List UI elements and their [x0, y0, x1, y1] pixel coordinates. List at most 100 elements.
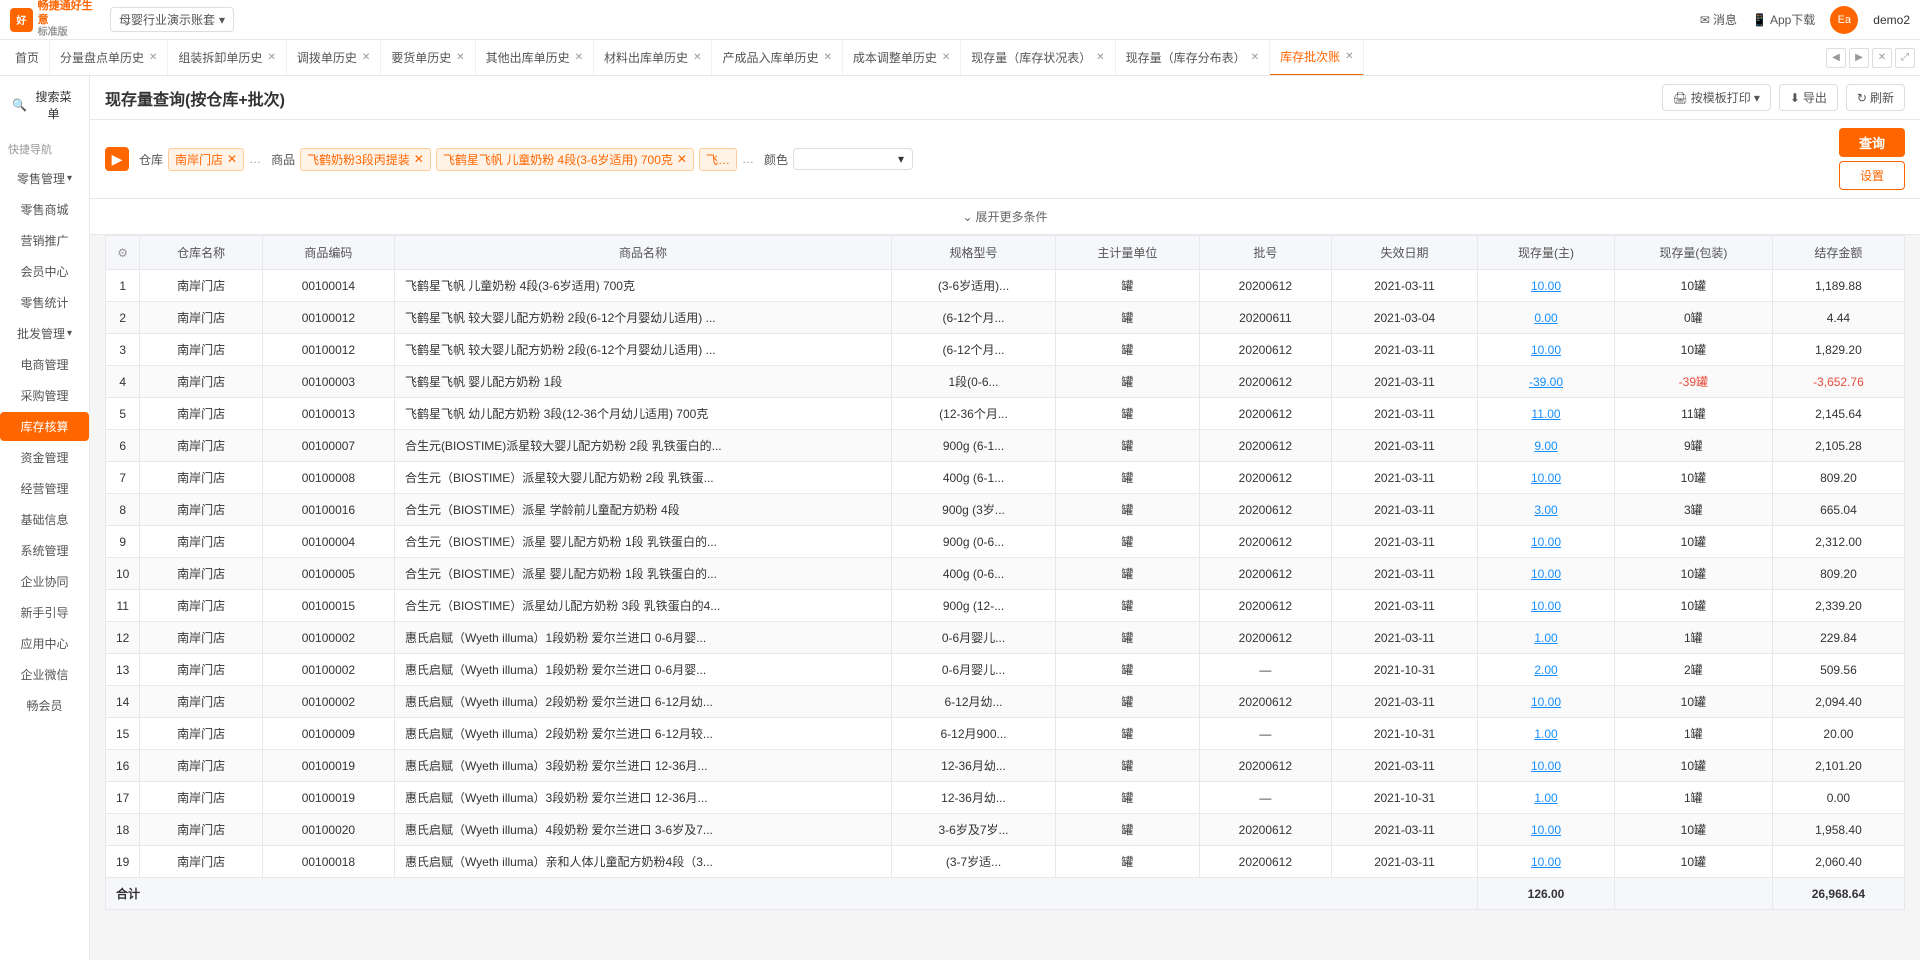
sidebar-item-enterprise[interactable]: 企业协同 [0, 567, 89, 596]
message-btn[interactable]: ✉ 消息 [1700, 11, 1737, 28]
row-qty-main[interactable]: 11.00 [1478, 398, 1615, 430]
row-qty-main[interactable]: 1.00 [1478, 782, 1615, 814]
sidebar-item-system[interactable]: 系统管理 [0, 536, 89, 565]
sidebar-item-ecommerce[interactable]: 电商管理 [0, 350, 89, 379]
product-tag-1-remove[interactable]: ✕ [414, 152, 424, 166]
row-no: 7 [106, 462, 140, 494]
sidebar-item-member2[interactable]: 畅会员 [0, 691, 89, 720]
row-qty-main[interactable]: 10.00 [1478, 462, 1615, 494]
sidebar-item-basic-info[interactable]: 基础信息 [0, 505, 89, 534]
tab-6-close[interactable]: ✕ [693, 52, 701, 63]
product-filter-more[interactable]: 飞… [699, 148, 737, 171]
row-spec: (12-36个月... [892, 398, 1056, 430]
tab-7[interactable]: 产成品入库单历史 ✕ [712, 40, 842, 76]
product-filter-tag-1[interactable]: 飞鹤奶粉3段丙提装 ✕ [300, 148, 431, 171]
row-qty-main[interactable]: 9.00 [1478, 430, 1615, 462]
table-settings-icon[interactable]: ⚙ [117, 246, 128, 260]
sidebar-item-retail-shop[interactable]: 零售商城 [0, 195, 89, 224]
tab-9-close[interactable]: ✕ [1096, 52, 1104, 63]
workspace-selector[interactable]: 母婴行业演示账套 ▾ [110, 7, 234, 32]
row-qty-main[interactable]: 10.00 [1478, 334, 1615, 366]
phone-icon: 📱 [1752, 13, 1767, 27]
warehouse-filter-tag[interactable]: 南岸门店 ✕ [168, 148, 244, 171]
row-warehouse: 南岸门店 [140, 270, 263, 302]
sidebar-item-guide[interactable]: 新手引导 [0, 598, 89, 627]
tab-10[interactable]: 现存量（库存分布表） ✕ [1116, 40, 1270, 76]
tab-8[interactable]: 成本调整单历史 ✕ [843, 40, 961, 76]
sidebar-item-finance[interactable]: 资金管理 [0, 443, 89, 472]
refresh-btn[interactable]: ↻ 刷新 [1846, 84, 1905, 111]
th-name: 商品名称 [394, 236, 891, 270]
row-qty-main[interactable]: 1.00 [1478, 622, 1615, 654]
warehouse-filter-dots[interactable]: … [249, 152, 261, 166]
row-qty-main[interactable]: 3.00 [1478, 494, 1615, 526]
sidebar-item-marketing[interactable]: 营销推广 [0, 226, 89, 255]
row-batch: 20200611 [1199, 302, 1331, 334]
row-qty-main[interactable]: 10.00 [1478, 814, 1615, 846]
settings-btn[interactable]: 设置 [1839, 161, 1905, 190]
tab-5[interactable]: 其他出库单历史 ✕ [476, 40, 594, 76]
product-filter-tag-2[interactable]: 飞鹤星飞帆 儿童奶粉 4段(3-6岁适用) 700克 ✕ [436, 148, 694, 171]
row-qty-main[interactable]: 10.00 [1478, 526, 1615, 558]
tab-2-close[interactable]: ✕ [267, 52, 275, 63]
tab-next-arrow[interactable]: ▶ [1849, 48, 1869, 68]
row-qty-main[interactable]: 1.00 [1478, 718, 1615, 750]
sidebar-item-wholesale[interactable]: 批发管理 ▾ [0, 319, 89, 348]
app-download-btn[interactable]: 📱 App下载 [1752, 11, 1815, 28]
sidebar-item-member[interactable]: 会员中心 [0, 257, 89, 286]
tab-1[interactable]: 分量盘点单历史 ✕ [50, 40, 168, 76]
row-name: 合生元（BIOSTIME）派星 学龄前儿童配方奶粉 4段 [394, 494, 891, 526]
filter-expand-btn[interactable]: ▶ [105, 147, 129, 171]
tab-9[interactable]: 现存量（库存状况表） ✕ [961, 40, 1115, 76]
sidebar-item-retail-stats[interactable]: 零售统计 [0, 288, 89, 317]
product-tag-2-remove[interactable]: ✕ [677, 152, 687, 166]
tab-home[interactable]: 首页 [5, 40, 50, 76]
user-avatar[interactable]: Ea [1830, 6, 1858, 34]
row-qty-main[interactable]: -39.00 [1478, 366, 1615, 398]
tab-6[interactable]: 材料出库单历史 ✕ [594, 40, 712, 76]
row-qty-main[interactable]: 10.00 [1478, 590, 1615, 622]
tab-maximize[interactable]: ⤢ [1895, 48, 1915, 68]
tab-3-close[interactable]: ✕ [362, 52, 370, 63]
product-filter-dots[interactable]: … [742, 152, 754, 166]
tab-2[interactable]: 组装拆卸单历史 ✕ [168, 40, 286, 76]
query-btn[interactable]: 查询 [1839, 128, 1905, 157]
row-qty-main[interactable]: 10.00 [1478, 846, 1615, 878]
row-qty-main[interactable]: 2.00 [1478, 654, 1615, 686]
search-menu-btn[interactable]: 🔍 搜索菜单 [8, 84, 81, 126]
row-qty-main[interactable]: 10.00 [1478, 686, 1615, 718]
row-no: 2 [106, 302, 140, 334]
tab-10-close[interactable]: ✕ [1251, 52, 1259, 63]
sidebar-item-retail-mgmt[interactable]: 零售管理 ▾ [0, 164, 89, 193]
tab-1-close[interactable]: ✕ [149, 52, 157, 63]
tab-close-all[interactable]: ✕ [1872, 48, 1892, 68]
expand-more-btn[interactable]: ⌄ 展开更多条件 [94, 203, 1916, 230]
sidebar-item-purchase[interactable]: 采购管理 [0, 381, 89, 410]
row-qty-main[interactable]: 10.00 [1478, 750, 1615, 782]
row-amount: 2,105.28 [1772, 430, 1904, 462]
sidebar-item-wechat[interactable]: 企业微信 [0, 660, 89, 689]
sidebar-item-ops[interactable]: 经营管理 [0, 474, 89, 503]
warehouse-tag-remove[interactable]: ✕ [227, 152, 237, 166]
tab-5-close[interactable]: ✕ [575, 52, 583, 63]
row-expiry: 2021-03-11 [1331, 846, 1477, 878]
tab-prev-arrow[interactable]: ◀ [1826, 48, 1846, 68]
tab-8-close[interactable]: ✕ [942, 52, 950, 63]
tab-3[interactable]: 调拨单历史 ✕ [287, 40, 381, 76]
tab-11-close[interactable]: ✕ [1345, 51, 1353, 62]
sidebar-item-app-center[interactable]: 应用中心 [0, 629, 89, 658]
tab-11[interactable]: 库存批次账 ✕ [1270, 40, 1364, 76]
row-expiry: 2021-03-11 [1331, 462, 1477, 494]
row-qty-main[interactable]: 10.00 [1478, 558, 1615, 590]
sidebar-item-inventory[interactable]: 库存核算 [0, 412, 89, 441]
row-code: 00100019 [262, 750, 394, 782]
row-qty-main[interactable]: 0.00 [1478, 302, 1615, 334]
color-filter-dropdown[interactable]: ▾ [793, 148, 913, 170]
row-qty-main[interactable]: 10.00 [1478, 270, 1615, 302]
tab-4-close[interactable]: ✕ [456, 52, 464, 63]
export-btn[interactable]: ⬇ 导出 [1779, 84, 1838, 111]
tab-4[interactable]: 要货单历史 ✕ [381, 40, 475, 76]
print-btn[interactable]: 🖨 按模板打印 ▾ [1662, 84, 1771, 111]
tab-7-close[interactable]: ✕ [823, 52, 831, 63]
message-label: 消息 [1713, 11, 1737, 28]
